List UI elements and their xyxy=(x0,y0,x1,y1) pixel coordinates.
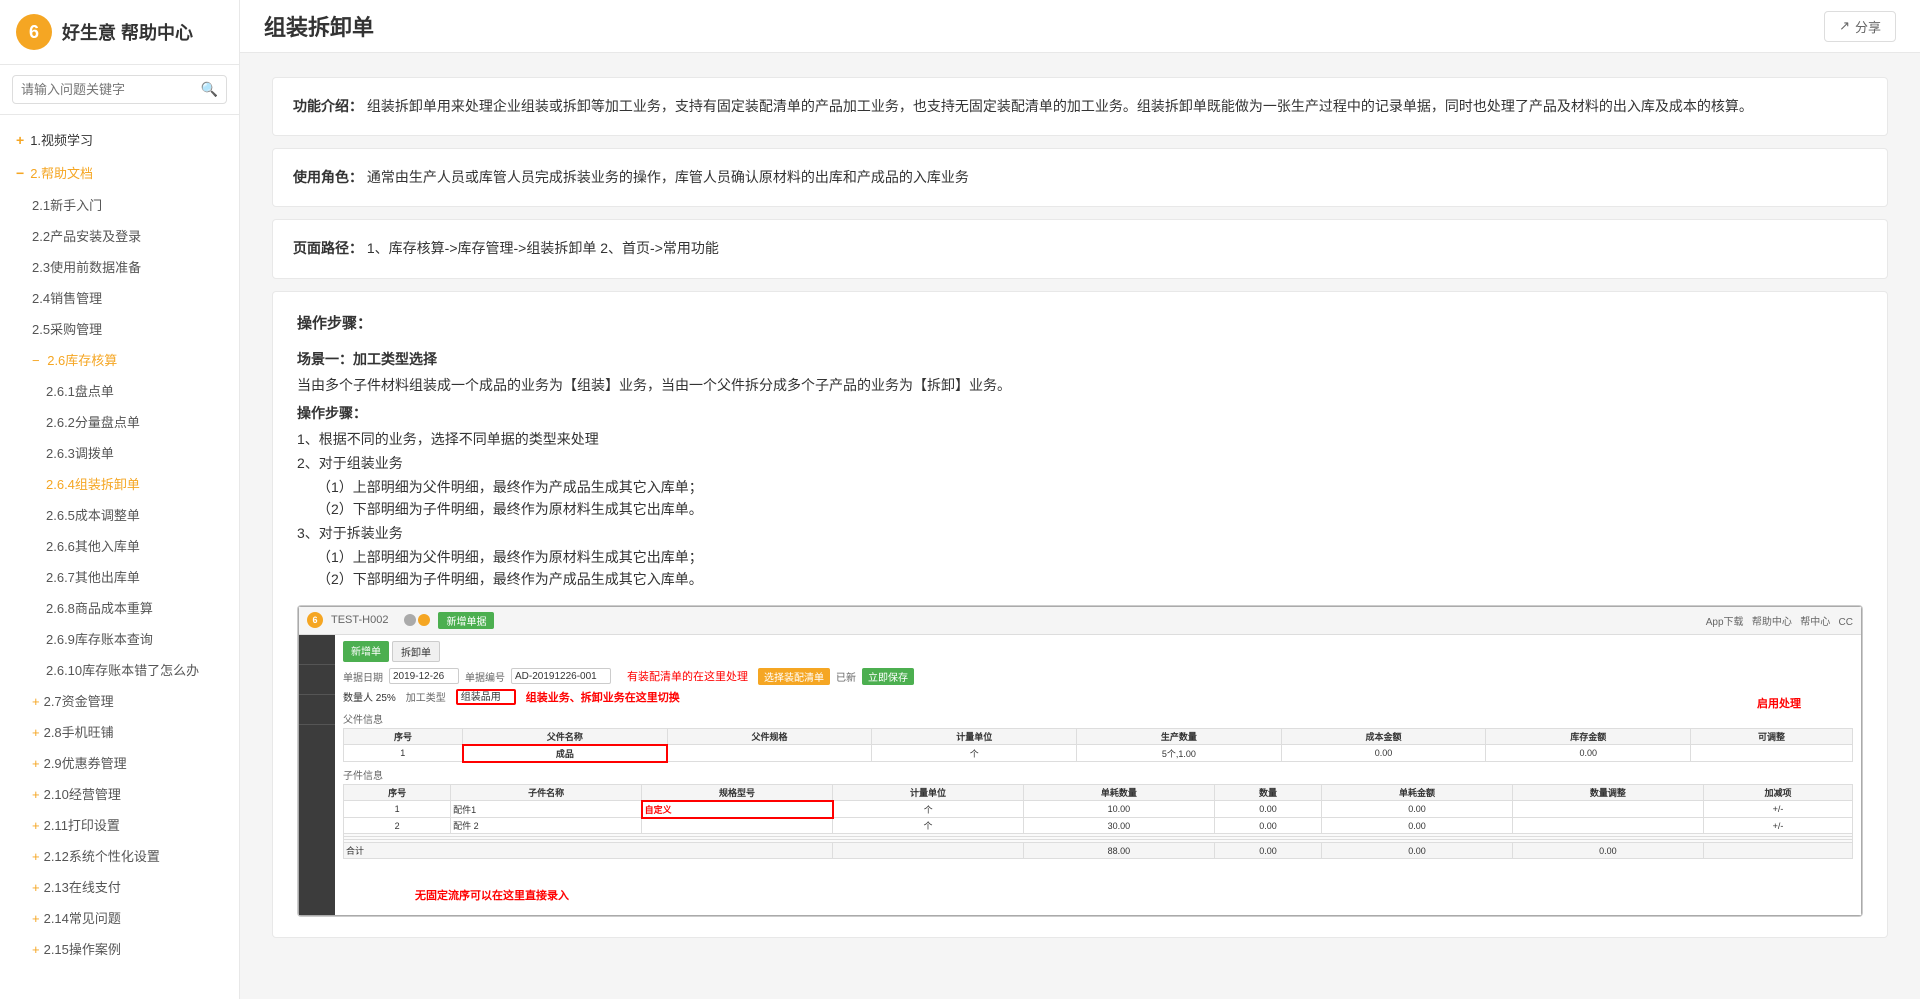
sidebar-item-finance[interactable]: +2.7资金管理 xyxy=(0,685,239,716)
sw-dot1 xyxy=(404,614,416,626)
step3-sub2: （2）下部明细为子件明细，最终作为产成品生成其它入库单。 xyxy=(297,569,1863,589)
logo-icon: 6 xyxy=(16,14,52,50)
sidebar-item-data[interactable]: 2.3使用前数据准备 xyxy=(0,251,239,282)
content-area: 功能介绍： 组装拆卸单用来处理企业组装或拆卸等加工业务，支持有固定装配清单的产品… xyxy=(240,53,1920,999)
scenario1-title: 场景一：加工类型选择 xyxy=(297,349,1863,369)
sidebar-item-inv-query[interactable]: 2.6.9库存账本查询 xyxy=(0,623,239,654)
sw-nav-items: App下载 帮助中心 帮中心 CC xyxy=(1706,613,1853,628)
role-card: 使用角色： 通常由生产人员或库管人员完成拆装业务的操作，库管人员确认原材料的出库… xyxy=(272,148,1888,207)
logo-area: 6 好生意 帮助中心 xyxy=(0,0,239,65)
sidebar-item-faq[interactable]: +2.14常见问题 xyxy=(0,902,239,933)
sw-date-value: 2019-12-26 xyxy=(389,668,459,684)
step2: 2、对于组装业务 xyxy=(297,453,1863,473)
step1: 1、根据不同的业务，选择不同单据的类型来处理 xyxy=(297,429,1863,449)
topbar: 组装拆卸单 ↗ 分享 xyxy=(240,0,1920,53)
sidebar-item-inventory[interactable]: − 2.6库存核算 xyxy=(0,344,239,375)
share-button[interactable]: ↗ 分享 xyxy=(1824,11,1896,42)
sidebar-item-docs[interactable]: − 2.帮助文档 xyxy=(0,156,239,189)
sw-type-select-label: 加工类型 xyxy=(406,689,446,704)
sw-btn-select-list[interactable]: 选择装配清单 xyxy=(758,668,830,685)
sidebar-item-adjust[interactable]: 2.6.3调拨单 xyxy=(0,437,239,468)
sidebar-item-install[interactable]: 2.2产品安装及登录 xyxy=(0,220,239,251)
step2-sub1: （1）上部明细为父件明细，最终作为产成品生成其它入库单； xyxy=(297,477,1863,497)
role-text: 通常由生产人员或库管人员完成拆装业务的操作，库管人员确认原材料的出库和产成品的入… xyxy=(367,169,969,185)
annotation-label2: 组装业务、拆卸业务在这里切换 xyxy=(526,689,680,705)
step3-sub1: （1）上部明细为父件明细，最终作为原材料生成其它出库单； xyxy=(297,547,1863,567)
main-area: 组装拆卸单 ↗ 分享 功能介绍： 组装拆卸单用来处理企业组装或拆卸等加工业务，支… xyxy=(240,0,1920,999)
sw-qty-label: 数量人 25% xyxy=(343,689,396,704)
sidebar-item-system[interactable]: +2.12系统个性化设置 xyxy=(0,840,239,871)
nav-tree: + 1.视频学习 − 2.帮助文档 2.1新手入门 2.2产品安装及登录 2.3… xyxy=(0,115,239,999)
role-label: 使用角色： xyxy=(293,169,363,185)
page-title: 组装拆卸单 xyxy=(264,10,374,42)
sidebar-item-online-pay[interactable]: +2.13在线支付 xyxy=(0,871,239,902)
sw-upper-table-label: 父件信息 xyxy=(343,711,1853,726)
sidebar-item-inv-error[interactable]: 2.6.10库存账本错了怎么办 xyxy=(0,654,239,685)
sidebar-item-sales[interactable]: 2.4销售管理 xyxy=(0,282,239,313)
steps-card: 操作步骤： 场景一：加工类型选择 当由多个子件材料组装成一个成品的业务为【组装】… xyxy=(272,291,1888,938)
sidebar: 6 好生意 帮助中心 🔍 + 1.视频学习 − 2.帮助文档 2.1新手入门 2… xyxy=(0,0,240,999)
sw-date-label: 单据日期 xyxy=(343,669,383,684)
scenario1-desc: 当由多个子件材料组装成一个成品的业务为【组装】业务，当由一个父件拆分成多个子产品… xyxy=(297,375,1863,395)
path-label: 页面路径： xyxy=(293,240,363,256)
sidebar-item-other-out[interactable]: 2.6.7其他出库单 xyxy=(0,561,239,592)
sidebar-item-assembly[interactable]: 2.6.4组装拆卸单 xyxy=(0,468,239,499)
share-icon: ↗ xyxy=(1839,18,1850,34)
sw-sidebar xyxy=(299,635,335,915)
sw-btn-newadd: 新增单据 xyxy=(438,612,494,629)
steps-title: 操作步骤： xyxy=(297,312,1863,333)
sw-btn-save[interactable]: 立即保存 xyxy=(862,668,914,685)
sw-logo: 6 xyxy=(307,612,323,628)
sw-dot2 xyxy=(418,614,430,626)
sidebar-item-partial[interactable]: 2.6.2分量盘点单 xyxy=(0,406,239,437)
sw-upper-table: 序号 父件名称 父件规格 计量单位 生产数量 成本金额 库存金额 可调整 xyxy=(343,728,1853,763)
sw-code-label: 单据编号 xyxy=(465,669,505,684)
steps-sub-title: 操作步骤： xyxy=(297,403,1863,423)
sw-form-row2: 数量人 25% 加工类型 组装品用 组装业务、拆卸业务在这里切换 xyxy=(343,689,1853,705)
collapse-icon-inventory: − xyxy=(32,353,40,368)
sidebar-item-cost-calc[interactable]: 2.6.8商品成本重算 xyxy=(0,592,239,623)
sidebar-item-coupon[interactable]: +2.9优惠券管理 xyxy=(0,747,239,778)
search-icon[interactable]: 🔍 xyxy=(201,81,218,98)
logo-text: 好生意 帮助中心 xyxy=(62,19,193,45)
sidebar-item-purchase[interactable]: 2.5采购管理 xyxy=(0,313,239,344)
sw-tab-bar: 新增单 拆卸单 xyxy=(343,641,1853,662)
sw-code-value: AD-20191226-001 xyxy=(511,668,611,684)
screenshot-container: 6 TEST-H002 新增单据 App下载 帮助中心 帮中心 CC xyxy=(297,605,1863,917)
expand-icon: + xyxy=(16,132,24,148)
path-text: 1、库存核算->库存管理->组装拆卸单 2、首页->常用功能 xyxy=(367,240,719,256)
annotation-label4: 无固定流序可以在这里直接录入 xyxy=(415,887,569,903)
search-input[interactable] xyxy=(21,82,201,97)
sidebar-item-newbie[interactable]: 2.1新手入门 xyxy=(0,189,239,220)
func-intro-card: 功能介绍： 组装拆卸单用来处理企业组装或拆卸等加工业务，支持有固定装配清单的产品… xyxy=(272,77,1888,136)
sidebar-item-other-in[interactable]: 2.6.6其他入库单 xyxy=(0,530,239,561)
func-intro-text: 组装拆卸单用来处理企业组装或拆卸等加工业务，支持有固定装配清单的产品加工业务，也… xyxy=(367,98,1753,114)
sw-tab-new[interactable]: 新增单 xyxy=(343,641,389,662)
sidebar-item-cases[interactable]: +2.15操作案例 xyxy=(0,933,239,964)
sw-tab-disassemble[interactable]: 拆卸单 xyxy=(392,641,440,662)
sw-more-btns: 已新 xyxy=(836,669,856,684)
sw-form-row1: 单据日期 2019-12-26 单据编号 AD-20191226-001 有装配… xyxy=(343,668,1853,685)
annotation-label3: 启用处理 xyxy=(1757,695,1801,711)
sidebar-item-mgmt[interactable]: +2.10经营管理 xyxy=(0,778,239,809)
step3: 3、对于拆装业务 xyxy=(297,523,1863,543)
sw-type-select[interactable]: 组装品用 xyxy=(456,689,516,705)
sidebar-item-video[interactable]: + 1.视频学习 xyxy=(0,123,239,156)
search-box: 🔍 xyxy=(12,75,227,104)
sw-lower-table-label: 子件信息 xyxy=(343,767,1853,782)
func-intro-label: 功能介绍： xyxy=(293,98,363,114)
sidebar-item-print[interactable]: +2.11打印设置 xyxy=(0,809,239,840)
sidebar-item-stocktake[interactable]: 2.6.1盘点单 xyxy=(0,375,239,406)
search-area: 🔍 xyxy=(0,65,239,115)
step2-sub2: （2）下部明细为子件明细，最终作为原材料生成其它出库单。 xyxy=(297,499,1863,519)
sidebar-item-mobile[interactable]: +2.8手机旺铺 xyxy=(0,716,239,747)
collapse-icon: − xyxy=(16,165,24,181)
sw-lower-table: 序号 子件名称 规格型号 计量单位 单耗数量 数量 单耗金额 数量调整 加减项 xyxy=(343,784,1853,860)
sw-topbar-id: TEST-H002 xyxy=(331,614,388,626)
path-card: 页面路径： 1、库存核算->库存管理->组装拆卸单 2、首页->常用功能 xyxy=(272,219,1888,278)
annotation-label1: 有装配清单的在这里处理 xyxy=(627,668,748,684)
sidebar-item-cost[interactable]: 2.6.5成本调整单 xyxy=(0,499,239,530)
